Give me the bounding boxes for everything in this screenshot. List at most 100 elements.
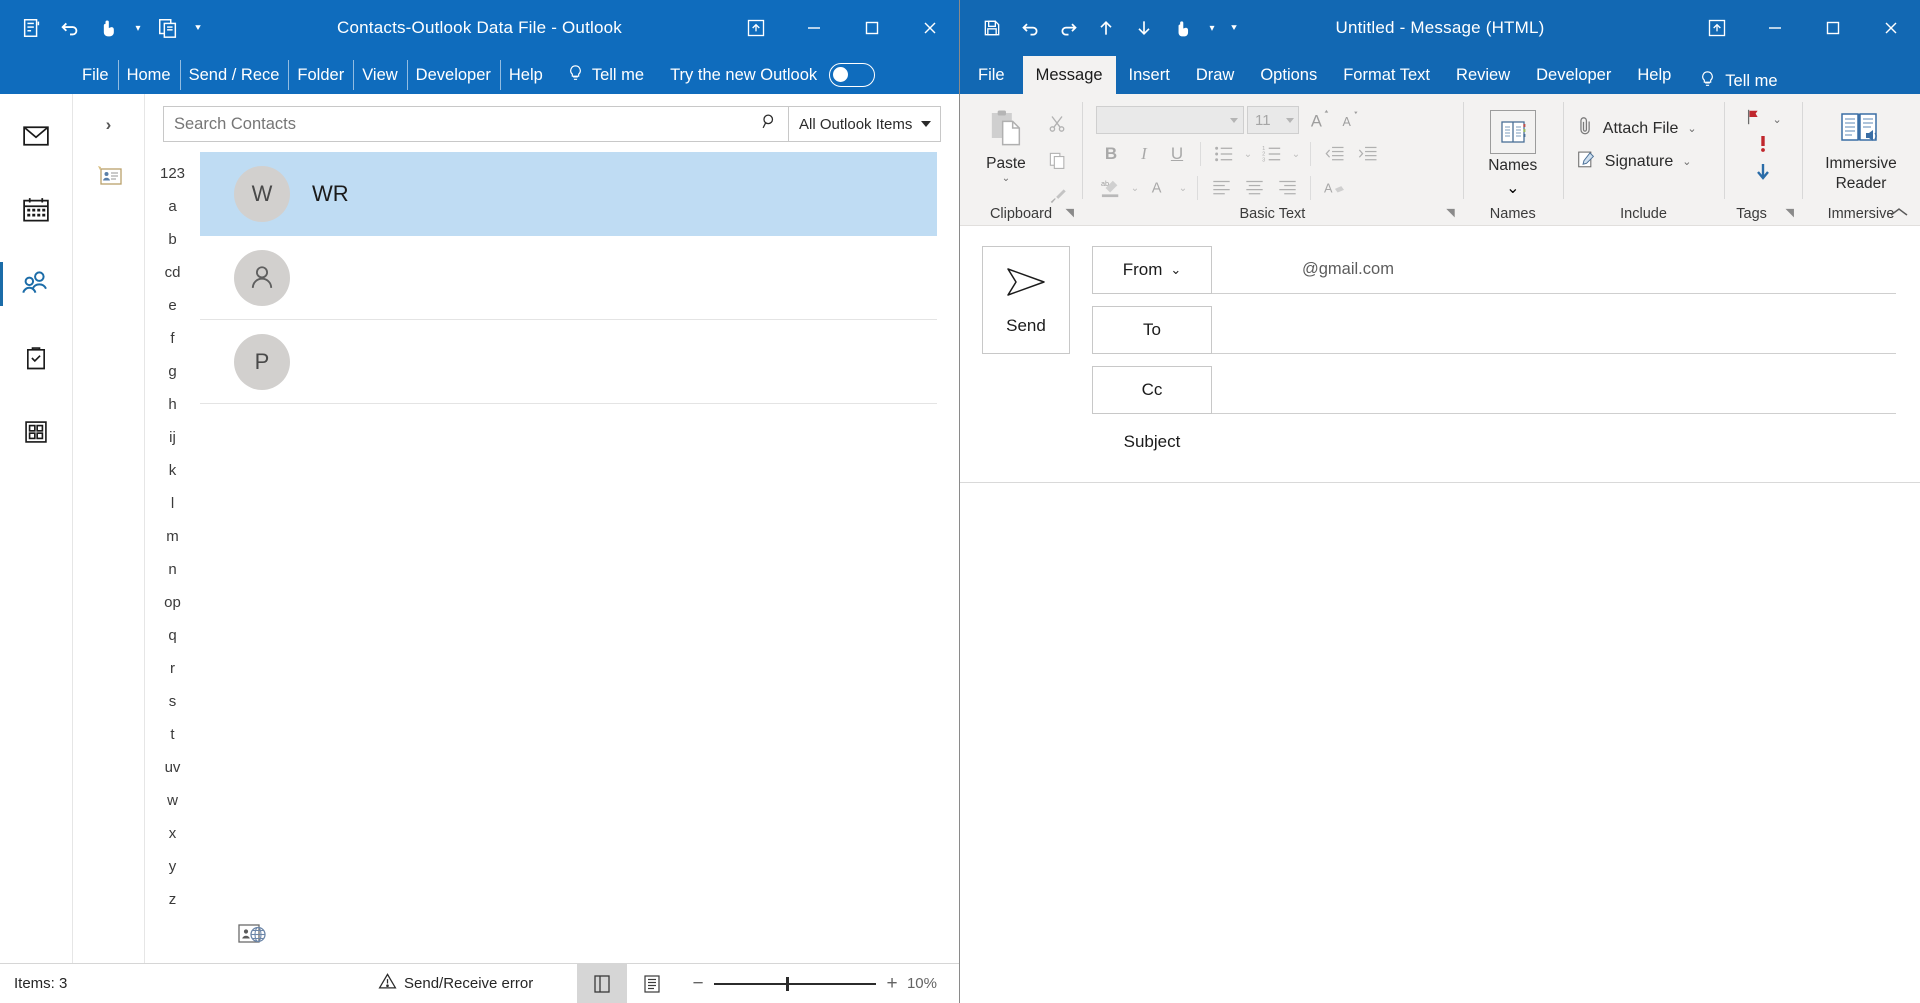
undo-icon[interactable] (52, 10, 88, 46)
zoom-slider[interactable] (714, 976, 876, 991)
signature-button[interactable]: Signature ⌄ (1577, 145, 1691, 178)
alpha-h[interactable]: h (168, 397, 176, 412)
customize-qat-icon[interactable]: ⯆ (1224, 10, 1244, 46)
clear-formatting-button[interactable]: A (1319, 174, 1349, 202)
previous-item-icon[interactable] (1088, 10, 1124, 46)
grow-font-button[interactable]: A (1305, 106, 1335, 134)
chevron-down-icon[interactable]: ⌄ (1002, 174, 1010, 184)
tab-options[interactable]: Options (1247, 56, 1330, 94)
shrink-font-button[interactable]: A (1335, 106, 1365, 134)
nav-item-people[interactable] (0, 260, 64, 308)
chevron-down-icon[interactable]: ⌄ (1687, 122, 1696, 135)
alpha-b[interactable]: b (168, 232, 176, 247)
maximize-icon[interactable] (1804, 0, 1862, 56)
minimize-icon[interactable] (1746, 0, 1804, 56)
menu-item-home[interactable]: Home (117, 56, 180, 94)
message-body[interactable] (960, 482, 1920, 1003)
ribbon-display-options-icon[interactable] (1688, 0, 1746, 56)
from-value[interactable]: @gmail.com (1212, 246, 1896, 294)
nav-item-calendar[interactable] (8, 186, 64, 234)
alpha-k[interactable]: k (169, 463, 177, 478)
minimize-icon[interactable] (785, 0, 843, 56)
zoom-in-button[interactable]: + (881, 973, 903, 995)
tab-help[interactable]: Help (1624, 56, 1684, 94)
menu-item-send-receive[interactable]: Send / Rece (179, 56, 289, 94)
underline-button[interactable]: U (1162, 140, 1192, 168)
chevron-down-icon[interactable]: ▾ (1202, 10, 1222, 46)
alpha-ij[interactable]: ij (169, 430, 176, 445)
chevron-down-icon[interactable]: ⌄ (1129, 183, 1141, 194)
contact-card-unnamed[interactable] (200, 236, 937, 320)
undo-icon[interactable] (1012, 10, 1048, 46)
tell-me-search[interactable]: Tell me (1684, 69, 1778, 94)
list-view-button[interactable] (627, 964, 677, 1003)
dialog-launcher-icon[interactable]: ◥ (1446, 206, 1454, 219)
chevron-down-icon[interactable]: ▾ (128, 10, 148, 46)
menu-item-developer[interactable]: Developer (406, 56, 500, 94)
cut-button[interactable] (1042, 110, 1072, 138)
immersive-reader-button[interactable]: Immersive Reader (1812, 102, 1910, 193)
chevron-down-icon[interactable]: ⌄ (1682, 155, 1691, 168)
search-icon[interactable] (761, 113, 778, 135)
tab-insert[interactable]: Insert (1116, 56, 1183, 94)
zoom-out-button[interactable]: − (687, 973, 709, 995)
send-button[interactable]: Send (982, 246, 1070, 354)
alpha-a[interactable]: a (168, 199, 176, 214)
nav-item-more-apps[interactable] (8, 408, 64, 456)
chevron-down-icon[interactable] (1230, 117, 1238, 123)
tab-message[interactable]: Message (1022, 56, 1116, 94)
tab-format-text[interactable]: Format Text (1330, 56, 1443, 94)
chevron-down-icon[interactable]: ⌄ (1290, 149, 1302, 160)
nav-item-tasks[interactable] (8, 334, 64, 382)
collapse-ribbon-icon[interactable] (1888, 206, 1910, 221)
menu-item-help[interactable]: Help (499, 56, 552, 94)
align-left-button[interactable] (1206, 174, 1236, 202)
touch-mode-icon[interactable] (90, 10, 126, 46)
align-center-button[interactable] (1239, 174, 1269, 202)
maximize-icon[interactable] (843, 0, 901, 56)
align-right-button[interactable] (1272, 174, 1302, 202)
dialog-launcher-icon[interactable]: ◥ (1786, 206, 1794, 219)
alpha-r[interactable]: r (170, 661, 175, 676)
qat-overflow-icon[interactable]: ⯆ (188, 10, 208, 46)
reading-pane-view-button[interactable] (577, 964, 627, 1003)
font-name-input[interactable] (1096, 106, 1244, 134)
chevron-down-icon[interactable] (1286, 117, 1294, 123)
increase-indent-button[interactable] (1352, 140, 1382, 168)
high-importance-button[interactable] (1756, 134, 1770, 159)
close-icon[interactable] (1862, 0, 1920, 56)
text-highlight-button[interactable]: ab (1096, 174, 1126, 202)
alpha-l[interactable]: l (171, 496, 174, 511)
zoom-level-label[interactable]: 10% (903, 975, 949, 992)
nav-item-mail[interactable] (8, 112, 64, 160)
alpha-123[interactable]: 123 (160, 166, 185, 181)
status-error[interactable]: Send/Receive error (378, 972, 533, 995)
chevron-down-icon[interactable]: ⌄ (1242, 149, 1254, 160)
save-icon[interactable] (974, 10, 1010, 46)
alpha-uv[interactable]: uv (165, 760, 181, 775)
new-items-icon[interactable] (150, 10, 186, 46)
font-size-input[interactable]: 11 (1247, 106, 1299, 134)
touch-mode-icon[interactable] (1164, 10, 1200, 46)
alpha-g[interactable]: g (168, 364, 176, 379)
font-color-button[interactable]: A (1144, 174, 1174, 202)
next-item-icon[interactable] (1126, 10, 1162, 46)
ribbon-display-options-icon[interactable] (727, 0, 785, 56)
chevron-down-icon[interactable]: ⌄ (1177, 183, 1189, 194)
alpha-y[interactable]: y (169, 859, 177, 874)
close-icon[interactable] (901, 0, 959, 56)
numbered-list-button[interactable]: 1 2 3 (1257, 140, 1287, 168)
tab-draw[interactable]: Draw (1183, 56, 1248, 94)
alpha-op[interactable]: op (164, 595, 181, 610)
alpha-t[interactable]: t (170, 727, 174, 742)
attach-file-button[interactable]: Attach File ⌄ (1577, 112, 1697, 145)
alpha-f[interactable]: f (170, 331, 174, 346)
from-button[interactable]: From ⌄ (1092, 246, 1212, 294)
names-button[interactable]: Names ⌄ (1473, 102, 1553, 198)
bold-button[interactable]: B (1096, 140, 1126, 168)
contact-card-wr[interactable]: W WR (200, 152, 937, 236)
expand-folder-pane-button[interactable]: › (106, 108, 112, 142)
cc-button[interactable]: Cc (1092, 366, 1212, 414)
redo-icon[interactable] (1050, 10, 1086, 46)
subject-input[interactable] (1212, 418, 1896, 466)
